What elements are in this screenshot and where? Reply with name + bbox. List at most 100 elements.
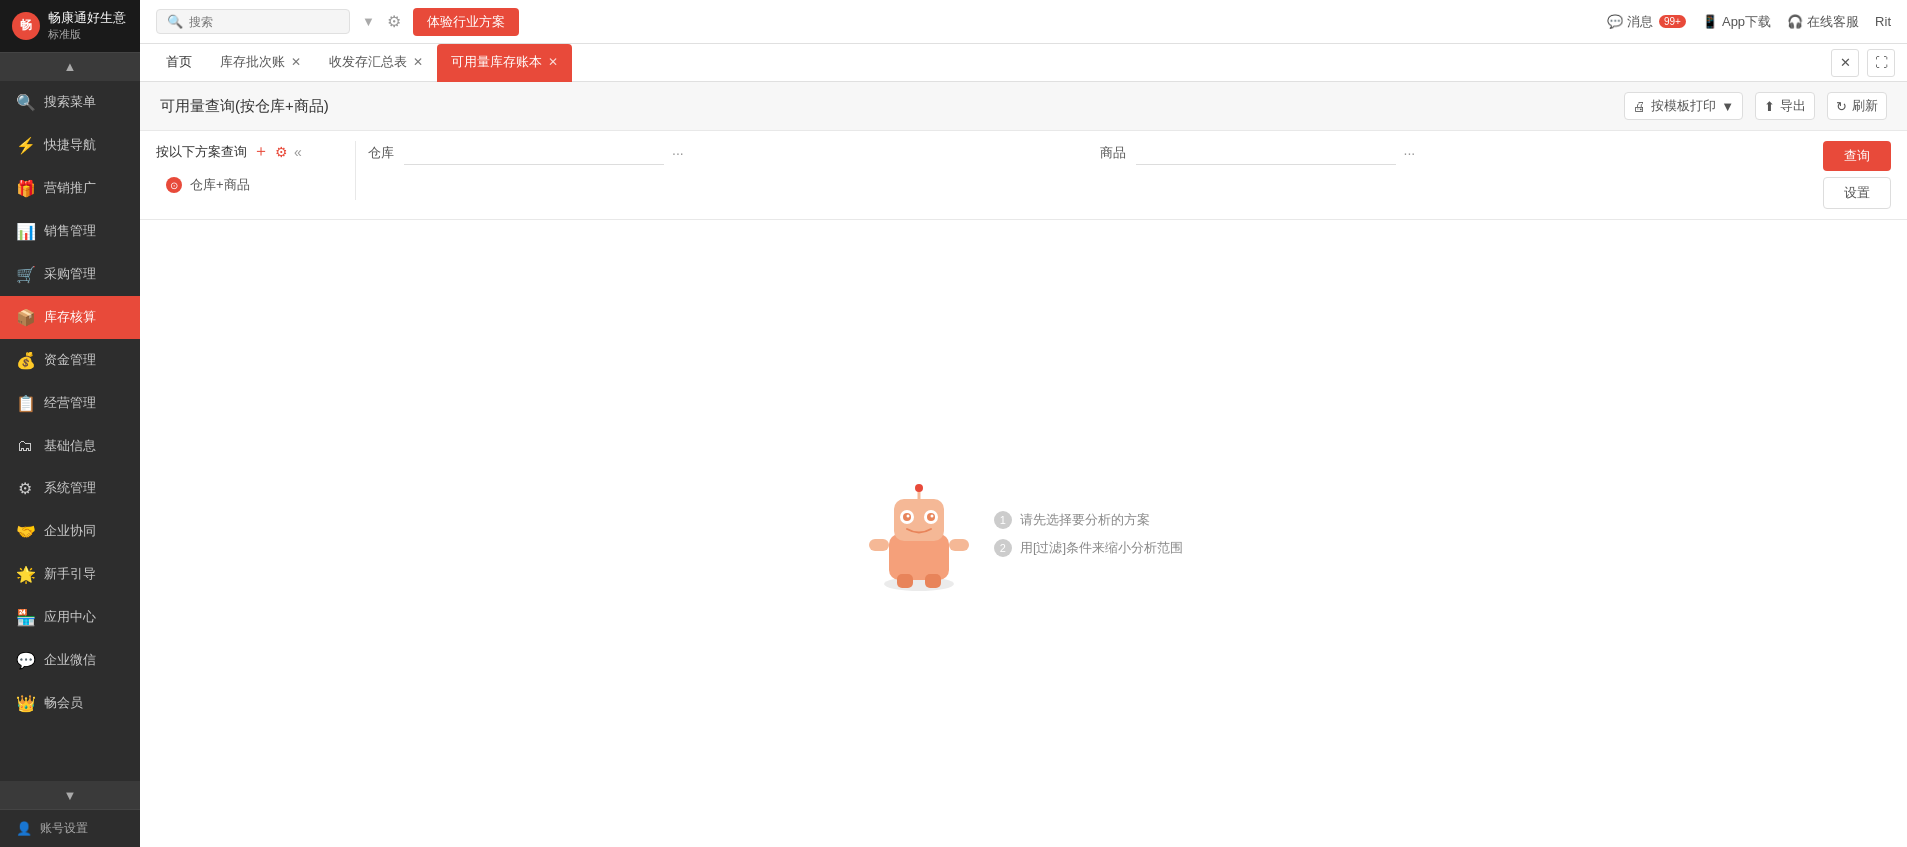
search-icon: 🔍: [167, 14, 183, 29]
schemes-header: 按以下方案查询 ＋ ⚙ «: [156, 141, 343, 162]
sidebar-label-sales: 销售管理: [44, 222, 96, 240]
finance-icon: 💰: [16, 351, 34, 370]
sidebar-item-ops[interactable]: 📋经营管理: [0, 382, 140, 425]
warehouse-input[interactable]: [404, 141, 664, 165]
sidebar-brand: 畅康通好生意 标准版: [48, 10, 126, 42]
tab-summary[interactable]: 收发存汇总表✕: [315, 44, 437, 82]
member-icon: 👑: [16, 694, 34, 713]
print-btn[interactable]: 🖨 按模板打印 ▼: [1624, 92, 1743, 120]
tip-1: 1 请先选择要分析的方案: [994, 511, 1183, 529]
chevron-down-icon: ▼: [1721, 99, 1734, 114]
purchase-icon: 🛒: [16, 265, 34, 284]
sidebar-item-newbie[interactable]: 🌟新手引导: [0, 553, 140, 596]
sidebar-label-ops: 经营管理: [44, 394, 96, 412]
sidebar-nav: 🔍搜索菜单 ⚡ 快捷导航 🎁营销推广 📊 销售管理 🛒采购管理📦库存核算💰资金管理📋经营管理…: [0, 81, 140, 781]
settings-btn[interactable]: 设置: [1823, 177, 1891, 209]
page-title: 可用量查询(按仓库+商品): [160, 97, 329, 116]
manage-scheme-btn[interactable]: ⚙: [275, 144, 288, 160]
message-action[interactable]: 💬 消息 99+: [1607, 13, 1686, 31]
sidebar-item-marketing[interactable]: 🎁营销推广: [0, 167, 140, 210]
export-btn[interactable]: ⬆ 导出: [1755, 92, 1815, 120]
chevron-down-icon[interactable]: ▼: [362, 14, 375, 29]
service-label: 在线客服: [1807, 13, 1859, 31]
tab-home[interactable]: 首页: [152, 44, 206, 82]
top-search-box[interactable]: 🔍: [156, 9, 350, 34]
sidebar-header: 畅 畅康通好生意 标准版: [0, 0, 140, 53]
sidebar-logo: 畅: [12, 12, 40, 40]
sidebar-item-search[interactable]: 🔍搜索菜单: [0, 81, 140, 124]
tab-close-summary[interactable]: ✕: [413, 55, 423, 69]
sidebar-item-inventory[interactable]: 📦库存核算: [0, 296, 140, 339]
user-icon: 👤: [16, 821, 32, 836]
svg-point-14: [915, 484, 923, 492]
close-tab-btn[interactable]: ✕: [1831, 49, 1859, 77]
filter-fields: 仓库 ··· 商品 ···: [368, 141, 1811, 165]
tip-num-2: 2: [994, 539, 1012, 557]
svg-point-8: [930, 514, 933, 517]
tab-batch[interactable]: 库存批次账 ✕: [206, 44, 315, 82]
tip-num-1: 1: [994, 511, 1012, 529]
user-profile[interactable]: Rit: [1875, 14, 1891, 29]
sidebar-title: 畅康通好生意: [48, 10, 126, 27]
product-input[interactable]: [1136, 141, 1396, 165]
query-btn[interactable]: 查询: [1823, 141, 1891, 171]
sidebar-item-wechat[interactable]: 💬企业微信: [0, 639, 140, 682]
tab-label-home: 首页: [166, 53, 192, 71]
empty-tips: 1 请先选择要分析的方案 2 用[过滤]条件来缩小分析范围: [994, 511, 1183, 557]
svg-rect-12: [925, 574, 941, 588]
top-actions: 💬 消息 99+ 📱 App下载 🎧 在线客服 Rit: [1607, 13, 1891, 31]
gear-icon[interactable]: ⚙: [387, 12, 401, 31]
tip-text-2: 用[过滤]条件来缩小分析范围: [1020, 539, 1183, 557]
sidebar-item-system[interactable]: ⚙系统管理: [0, 467, 140, 510]
sidebar-item-purchase[interactable]: 🛒采购管理: [0, 253, 140, 296]
product-field: 商品 ···: [1100, 141, 1812, 165]
refresh-icon: ↻: [1836, 99, 1847, 114]
filter-panel: 按以下方案查询 ＋ ⚙ « ⊙ 仓库+商品 仓库 ··· 商品: [140, 131, 1907, 220]
mobile-icon: 📱: [1702, 14, 1718, 29]
sidebar-item-finance[interactable]: 💰资金管理: [0, 339, 140, 382]
sidebar-scroll-down[interactable]: ▼: [0, 781, 140, 809]
sidebar-label-appstore: 应用中心: [44, 608, 96, 626]
service-action[interactable]: 🎧 在线客服: [1787, 13, 1859, 31]
sidebar-item-member[interactable]: 👑 畅会员: [0, 682, 140, 725]
tab-available[interactable]: 可用量库存账本✕: [437, 44, 572, 82]
svg-rect-11: [897, 574, 913, 588]
sidebar-item-quicknav[interactable]: ⚡ 快捷导航: [0, 124, 140, 167]
scheme-item[interactable]: ⊙ 仓库+商品: [156, 170, 343, 200]
quicknav-icon: ⚡: [16, 136, 34, 155]
message-label: 消息: [1627, 13, 1653, 31]
sidebar-label-system: 系统管理: [44, 479, 96, 497]
svg-rect-9: [869, 539, 889, 551]
newbie-icon: 🌟: [16, 565, 34, 584]
tab-close-available[interactable]: ✕: [548, 55, 558, 69]
tab-label-batch: 库存批次账: [220, 53, 285, 71]
product-more-btn[interactable]: ···: [1404, 145, 1416, 161]
message-badge: 99+: [1659, 15, 1686, 28]
appstore-icon: 🏪: [16, 608, 34, 627]
sidebar-label-quicknav: 快捷导航: [44, 136, 96, 154]
sidebar-item-sales[interactable]: 📊 销售管理: [0, 210, 140, 253]
sidebar-footer[interactable]: 👤 账号设置: [0, 809, 140, 847]
sidebar-item-appstore[interactable]: 🏪 应用中心: [0, 596, 140, 639]
expand-tab-btn[interactable]: ⛶: [1867, 49, 1895, 77]
export-icon: ⬆: [1764, 99, 1775, 114]
top-bar: 🔍 ▼ ⚙ 体验行业方案 💬 消息 99+ 📱 App下载 🎧 在线客服 Rit: [140, 0, 1907, 44]
scheme-dot: ⊙: [166, 177, 182, 193]
warehouse-more-btn[interactable]: ···: [672, 145, 684, 161]
sidebar-item-collab[interactable]: 🤝企业协同: [0, 510, 140, 553]
sidebar-label-member: 畅会员: [44, 694, 83, 712]
tab-close-batch[interactable]: ✕: [291, 55, 301, 69]
refresh-btn[interactable]: ↻ 刷新: [1827, 92, 1887, 120]
sidebar-item-basic[interactable]: 🗂基础信息: [0, 425, 140, 467]
sales-icon: 📊: [16, 222, 34, 241]
warehouse-label: 仓库: [368, 144, 396, 162]
sidebar-scroll-up[interactable]: ▲: [0, 53, 140, 81]
sidebar-subtitle: 标准版: [48, 27, 126, 42]
page-header-actions: 🖨 按模板打印 ▼ ⬆ 导出 ↻ 刷新: [1624, 92, 1887, 120]
warehouse-field: 仓库 ···: [368, 141, 1080, 165]
add-scheme-btn[interactable]: ＋: [253, 141, 269, 162]
collapse-schemes-btn[interactable]: «: [294, 144, 302, 160]
app-download-action[interactable]: 📱 App下载: [1702, 13, 1771, 31]
search-input[interactable]: [189, 15, 339, 29]
industry-btn[interactable]: 体验行业方案: [413, 8, 519, 36]
